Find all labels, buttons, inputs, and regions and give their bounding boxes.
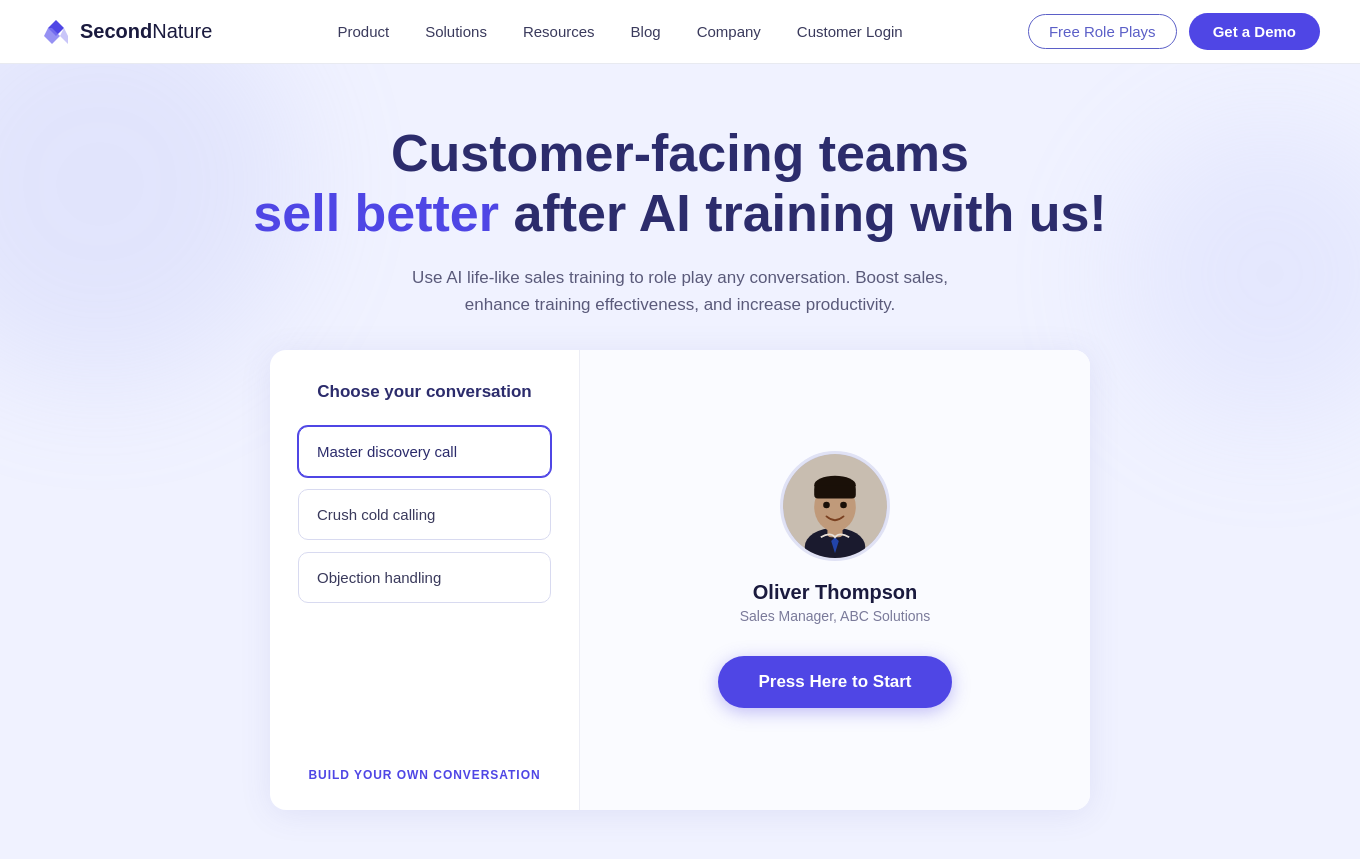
option-objection-handling[interactable]: Objection handling	[298, 552, 551, 603]
hero-title-line1: Customer-facing teams	[391, 124, 969, 182]
nav-item-customer-login[interactable]: Customer Login	[797, 23, 903, 40]
navbar: SecondNature Product Solutions Resources…	[0, 0, 1360, 64]
nav-links: Product Solutions Resources Blog Company…	[337, 23, 902, 41]
nav-item-product[interactable]: Product	[337, 23, 389, 40]
get-demo-button[interactable]: Get a Demo	[1189, 13, 1320, 50]
agent-job-title: Sales Manager, ABC Solutions	[740, 608, 931, 624]
svg-point-7	[840, 502, 847, 509]
nav-actions: Free Role Plays Get a Demo	[1028, 13, 1320, 50]
svg-rect-5	[814, 486, 856, 499]
build-own-conversation-link[interactable]: BUILD YOUR OWN CONVERSATION	[298, 744, 551, 782]
agent-avatar	[780, 451, 890, 561]
option-crush-cold-calling[interactable]: Crush cold calling	[298, 489, 551, 540]
nav-item-company[interactable]: Company	[697, 23, 761, 40]
free-role-plays-button[interactable]: Free Role Plays	[1028, 14, 1177, 49]
logo-text: SecondNature	[80, 20, 212, 43]
nav-item-solutions[interactable]: Solutions	[425, 23, 487, 40]
agent-name: Oliver Thompson	[753, 581, 917, 604]
logo[interactable]: SecondNature	[40, 16, 212, 48]
svg-point-6	[823, 502, 830, 509]
hero-title-line2: after AI training with us!	[513, 184, 1106, 242]
option-master-discovery[interactable]: Master discovery call	[298, 426, 551, 477]
conversation-card: Choose your conversation Master discover…	[270, 350, 1090, 810]
hero-content: Customer-facing teams sell better after …	[0, 64, 1360, 850]
hero-subtitle: Use AI life-like sales training to role …	[20, 264, 1340, 318]
hero-section: Customer-facing teams sell better after …	[0, 64, 1360, 859]
logo-icon	[40, 16, 72, 48]
conversation-left-panel: Choose your conversation Master discover…	[270, 350, 580, 810]
agent-avatar-image	[783, 451, 887, 561]
hero-title-accent: sell better	[253, 184, 499, 242]
choose-conversation-title: Choose your conversation	[298, 382, 551, 402]
nav-item-blog[interactable]: Blog	[631, 23, 661, 40]
bottom-section: World-class companies choose Second Natu…	[0, 850, 1360, 859]
hero-title: Customer-facing teams sell better after …	[20, 124, 1340, 244]
nav-item-resources[interactable]: Resources	[523, 23, 595, 40]
press-here-to-start-button[interactable]: Press Here to Start	[718, 656, 951, 708]
conversation-right-panel: Oliver Thompson Sales Manager, ABC Solut…	[580, 350, 1090, 810]
